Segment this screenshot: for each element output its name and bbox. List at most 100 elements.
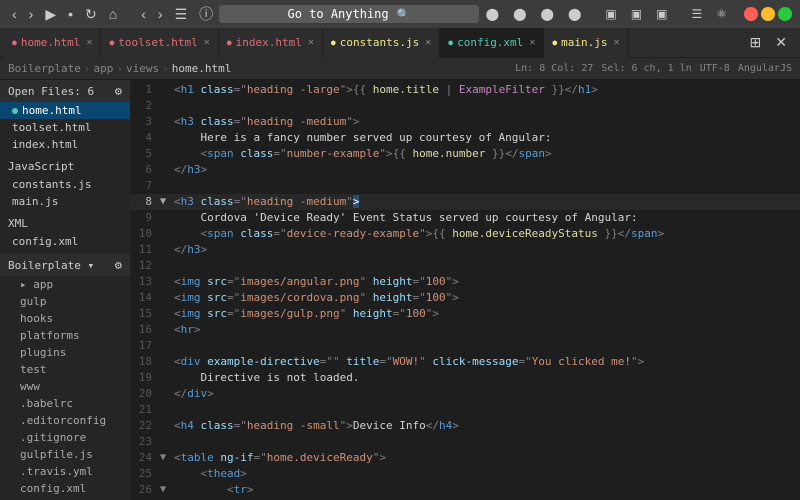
line-code-22: <h4 class="heading -small">Device Info</… (174, 418, 800, 434)
split-editor-button[interactable]: ⊞ (745, 32, 767, 53)
tab-close-home[interactable]: ✕ (86, 37, 92, 48)
tab-config-xml[interactable]: ● config.xml ✕ (440, 28, 544, 58)
code-line-22: 22 <h4 class="heading -small">Device Inf… (130, 418, 800, 434)
tab-close-main[interactable]: ✕ (614, 37, 620, 48)
sidebar-item-gulpfile[interactable]: gulpfile.js (0, 446, 130, 463)
back-button[interactable]: ‹ (8, 4, 21, 24)
sidebar-item-home-html[interactable]: home.html (0, 102, 130, 119)
circle-btn-1[interactable]: ⬤ (481, 5, 504, 23)
line-number-2: 2 (130, 98, 160, 114)
info-button[interactable]: ⓘ (195, 2, 217, 26)
tab-close-toolset[interactable]: ✕ (204, 37, 210, 48)
stop-button[interactable]: • (64, 4, 77, 24)
boilerplate-label: Boilerplate ▾ (8, 259, 94, 272)
sidebar-item-platforms[interactable]: platforms (0, 327, 130, 344)
tab-index-html[interactable]: ● index.html ✕ (219, 28, 323, 58)
cursor-position: Ln: 8 Col: 27 (515, 63, 593, 74)
sidebar-item-travis[interactable]: .travis.yml (0, 463, 130, 480)
code-line-6: 6 </h3> (130, 162, 800, 178)
code-line-5: 5 <span class="number-example">{{ home.n… (130, 146, 800, 162)
open-files-gear-icon[interactable]: ⚙ (115, 84, 122, 98)
file-dot (12, 108, 18, 114)
breadcrumb-boilerplate[interactable]: Boilerplate (8, 62, 81, 75)
minimize-button[interactable] (761, 7, 775, 21)
sidebar-item-plugins[interactable]: plugins (0, 344, 130, 361)
line-number-17: 17 (130, 338, 160, 354)
sidebar-item-app[interactable]: ▸ app (0, 276, 130, 293)
line-code-8: <h3 class="heading -medium"> (174, 194, 800, 210)
code-line-13: 13 <img src="images/angular.png" height=… (130, 274, 800, 290)
hamburger-menu[interactable]: ☰ (686, 5, 707, 23)
line-arrow-26: ▼ (160, 482, 174, 498)
maximize-button[interactable] (778, 7, 792, 21)
circle-btn-4[interactable]: ⬤ (563, 5, 586, 23)
line-number-4: 4 (130, 130, 160, 146)
tab-close-constants[interactable]: ✕ (425, 37, 431, 48)
code-line-2: 2 (130, 98, 800, 114)
line-code-14: <img src="images/cordova.png" height="10… (174, 290, 800, 306)
sidebar-item-hooks[interactable]: hooks (0, 310, 130, 327)
window-controls: ⬤ ⬤ ⬤ ⬤ ▣ ▣ ▣ ☰ ⚛ (481, 5, 792, 23)
menu-button[interactable]: ☰ (171, 4, 192, 25)
javascript-section-header[interactable]: JavaScript (0, 157, 130, 176)
circle-btn-2[interactable]: ⬤ (508, 5, 531, 23)
breadcrumb-app[interactable]: app (93, 62, 113, 75)
javascript-label: JavaScript (8, 160, 74, 173)
line-number-16: 16 (130, 322, 160, 338)
line-code-10: <span class="device-ready-example">{{ ho… (174, 226, 800, 242)
sidebar-item-gulp[interactable]: gulp (0, 293, 130, 310)
prev-button[interactable]: ‹ (137, 4, 150, 24)
layout-btn-2[interactable]: ▣ (626, 5, 647, 23)
close-button[interactable] (744, 7, 758, 21)
line-code-18: <div example-directive="" title="WOW!" c… (174, 354, 800, 370)
sidebar-item-www[interactable]: www (0, 378, 130, 395)
sidebar-item-index-html[interactable]: index.html (0, 136, 130, 153)
close-all-button[interactable]: ✕ (770, 32, 792, 53)
tab-toolset-html[interactable]: ● toolset.html ✕ (101, 28, 218, 58)
file-label: home.html (22, 104, 82, 117)
go-button[interactable]: ▶ (41, 4, 60, 25)
sidebar-item-constants-js[interactable]: constants.js (0, 176, 130, 193)
tab-close-config[interactable]: ✕ (529, 37, 535, 48)
sidebar-item-gitignore[interactable]: .gitignore (0, 429, 130, 446)
layout-btn-1[interactable]: ▣ (600, 5, 621, 23)
line-number-24: 24 (130, 450, 160, 466)
window-close-controls (744, 7, 792, 21)
breadcrumb-file[interactable]: home.html (172, 62, 232, 75)
home-button[interactable]: ⌂ (105, 4, 121, 24)
sidebar-item-editorconfig[interactable]: .editorconfig (0, 412, 130, 429)
code-line-14: 14 <img src="images/cordova.png" height=… (130, 290, 800, 306)
sidebar-item-main-js[interactable]: main.js (0, 193, 130, 210)
tab-label: constants.js (340, 36, 419, 49)
sidebar-item-config-xml[interactable]: config.xml (0, 233, 130, 250)
tab-home-html[interactable]: ● home.html ✕ (4, 28, 101, 58)
boilerplate-gear-icon[interactable]: ⚙ (115, 258, 122, 272)
layout-btn-3[interactable]: ▣ (651, 5, 672, 23)
refresh-button[interactable]: ↻ (81, 4, 101, 25)
line-number-9: 9 (130, 210, 160, 226)
code-line-24: 24 ▼ <table ng-if="home.deviceReady"> (130, 450, 800, 466)
selection-info: Sel: 6 ch, 1 ln (601, 63, 691, 74)
line-number-18: 18 (130, 354, 160, 370)
next-button[interactable]: › (154, 4, 167, 24)
file-label: index.html (12, 138, 78, 151)
tab-constants-js[interactable]: ● constants.js ✕ (323, 28, 440, 58)
tab-label: config.xml (457, 36, 523, 49)
xml-section-header[interactable]: XML (0, 214, 130, 233)
sidebar-item-test[interactable]: test (0, 361, 130, 378)
breadcrumb-views[interactable]: views (126, 62, 159, 75)
forward-button[interactable]: › (25, 4, 38, 24)
title-search-bar[interactable]: Go to Anything 🔍 (219, 5, 479, 23)
sidebar-item-config[interactable]: config.xml (0, 480, 130, 497)
code-line-9: 9 Cordova 'Device Ready' Event Status se… (130, 210, 800, 226)
sidebar-item-babelrc[interactable]: .babelrc (0, 395, 130, 412)
circle-btn-3[interactable]: ⬤ (536, 5, 559, 23)
code-line-11: 11 </h3> (130, 242, 800, 258)
sidebar-item-toolset-html[interactable]: toolset.html (0, 119, 130, 136)
atom-icon[interactable]: ⚛ (711, 5, 732, 23)
tab-main-js[interactable]: ● main.js ✕ (544, 28, 628, 58)
tab-close-index[interactable]: ✕ (308, 37, 314, 48)
code-line-17: 17 (130, 338, 800, 354)
code-editor[interactable]: 1 <h1 class="heading -large">{{ home.tit… (130, 80, 800, 500)
tab-label: toolset.html (118, 36, 197, 49)
